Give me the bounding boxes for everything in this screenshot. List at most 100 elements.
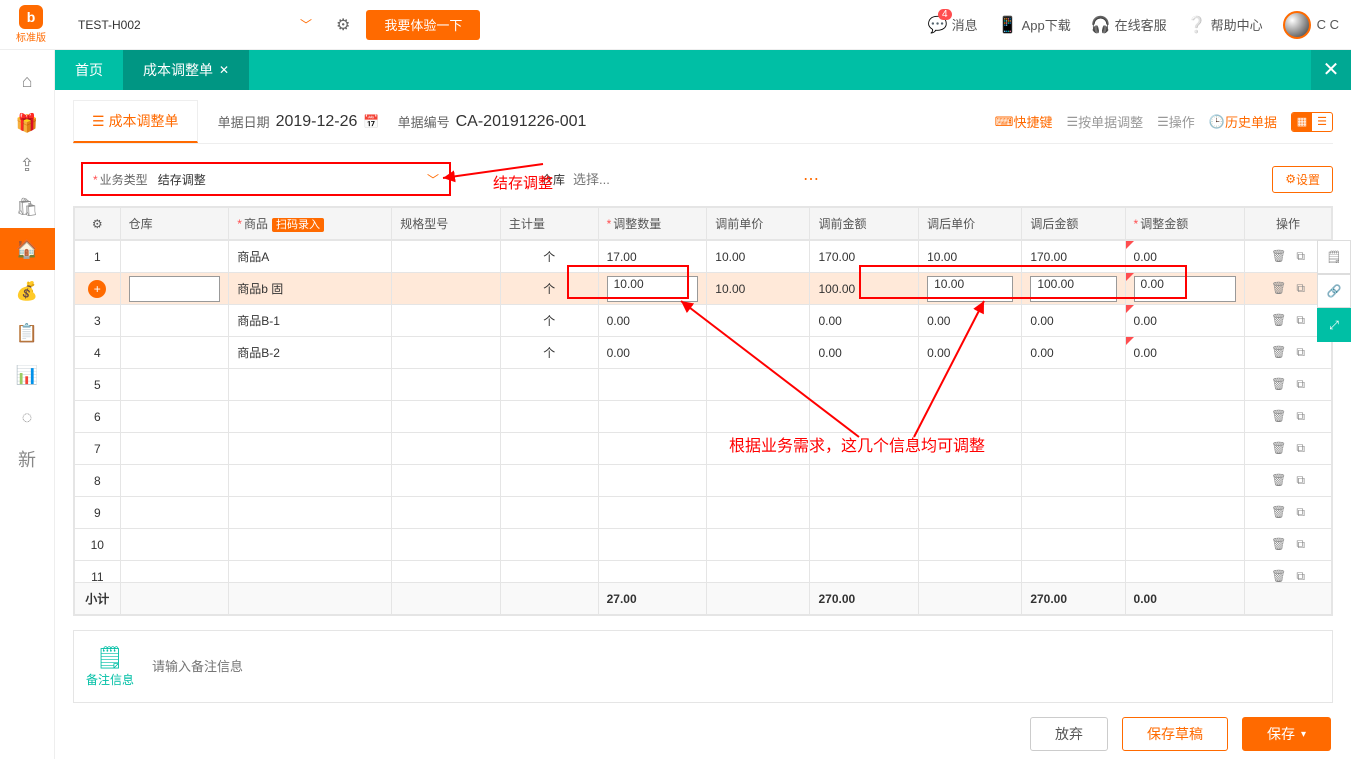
- nav-money-icon[interactable]: 💰: [0, 270, 55, 312]
- table-row[interactable]: 1商品A个17.0010.00170.0010.00170.000.00🗑⧉: [75, 241, 1332, 273]
- copy-icon[interactable]: ⧉: [1296, 569, 1305, 582]
- abandon-button[interactable]: 放弃: [1030, 717, 1108, 751]
- close-icon[interactable]: ✕: [219, 63, 229, 77]
- gear-icon[interactable]: ⚙: [336, 15, 350, 35]
- history-button[interactable]: 🕒 历史单据: [1209, 112, 1277, 131]
- user-menu[interactable]: C C: [1283, 11, 1339, 39]
- adj-amt-input[interactable]: 0.00: [1134, 276, 1237, 302]
- table-header: ⚙ 仓库 *商品扫码录入 规格型号 主计量 *调整数量 调前单价 调前金额 调后…: [75, 208, 1332, 240]
- delete-icon[interactable]: 🗑: [1271, 441, 1286, 456]
- warehouse-cell-input[interactable]: [129, 276, 221, 302]
- form-tab-current[interactable]: ☰成本调整单: [73, 100, 198, 143]
- help-icon: ❔: [1187, 15, 1207, 35]
- warehouse-input[interactable]: [573, 172, 773, 187]
- main-area: 首页 成本调整单✕ ✕ ☰成本调整单 单据日期 2019-12-26 📅 单据编…: [55, 50, 1351, 759]
- delete-icon[interactable]: 🗑: [1271, 345, 1286, 360]
- delete-icon[interactable]: 🗑: [1271, 281, 1286, 296]
- setting-button[interactable]: ⚙ 设置: [1272, 166, 1333, 193]
- copy-icon[interactable]: ⧉: [1296, 281, 1305, 296]
- rail-link-icon[interactable]: 🔗: [1317, 274, 1351, 308]
- nav-home-icon[interactable]: ⌂: [0, 60, 55, 102]
- table-row[interactable]: 4商品B-2个0.000.000.000.000.00🗑⧉: [75, 337, 1332, 369]
- copy-icon[interactable]: ⧉: [1296, 505, 1305, 520]
- delete-icon[interactable]: 🗑: [1271, 313, 1286, 328]
- copy-icon[interactable]: ⧉: [1296, 537, 1305, 552]
- company-selector[interactable]: TEST-H002 ﹀: [70, 10, 320, 40]
- more-icon[interactable]: ⋯: [803, 169, 819, 189]
- delete-icon[interactable]: 🗑: [1271, 569, 1286, 582]
- footer-buttons: 放弃 保存草稿 保存▾: [1030, 717, 1331, 751]
- qty-cell-input[interactable]: 10.00: [607, 276, 699, 302]
- copy-icon[interactable]: ⧉: [1296, 345, 1305, 360]
- subtotal-row: 小计 27.00270.00 270.000.00: [75, 583, 1332, 615]
- copy-icon[interactable]: ⧉: [1296, 249, 1305, 264]
- scan-tag[interactable]: 扫码录入: [272, 218, 324, 232]
- col-pre-price: 调前单价: [707, 208, 810, 240]
- delete-icon[interactable]: 🗑: [1271, 249, 1286, 264]
- warehouse-select[interactable]: 仓库: [541, 171, 773, 188]
- business-type-select[interactable]: *业务类型结存调整 ﹀: [81, 162, 451, 196]
- post-price-input[interactable]: 10.00: [927, 276, 1013, 302]
- message-badge: 4: [938, 9, 952, 20]
- table-row[interactable]: 6🗑⧉: [75, 401, 1332, 433]
- table-row[interactable]: 11🗑⧉: [75, 561, 1332, 583]
- tab-home[interactable]: 首页: [55, 50, 123, 90]
- grid-view-icon[interactable]: ▦: [1292, 113, 1312, 131]
- nav-new-icon[interactable]: 新: [0, 438, 55, 480]
- phone-icon: 📱: [998, 15, 1018, 35]
- delete-icon[interactable]: 🗑: [1271, 377, 1286, 392]
- nav-gift-icon[interactable]: 🎁: [0, 102, 55, 144]
- shortcut-button[interactable]: ⌨ 快捷键: [995, 112, 1053, 131]
- save-button[interactable]: 保存▾: [1242, 717, 1331, 751]
- delete-icon[interactable]: 🗑: [1271, 473, 1286, 488]
- save-draft-button[interactable]: 保存草稿: [1122, 717, 1228, 751]
- doc-icon: ☰: [92, 113, 105, 130]
- table-row[interactable]: +商品b 固个10.0010.00100.0010.00100.000.00🗑⧉: [75, 273, 1332, 305]
- experience-button[interactable]: 我要体验一下: [366, 10, 480, 40]
- table-row[interactable]: 8🗑⧉: [75, 465, 1332, 497]
- app-download-link[interactable]: 📱App下载: [998, 15, 1071, 35]
- nav-warehouse-icon[interactable]: 🏠: [0, 228, 55, 270]
- form-toolbar: ⌨ 快捷键 ☰ 按单据调整 ☰ 操作 🕒 历史单据 ▦☰: [995, 112, 1333, 132]
- view-toggle[interactable]: ▦☰: [1291, 112, 1333, 132]
- by-doc-button[interactable]: ☰ 按单据调整: [1066, 112, 1143, 131]
- delete-icon[interactable]: 🗑: [1271, 537, 1286, 552]
- table-row[interactable]: 3商品B-1个0.000.000.000.000.00🗑⧉: [75, 305, 1332, 337]
- delete-icon[interactable]: 🗑: [1271, 505, 1286, 520]
- col-gear[interactable]: ⚙: [75, 208, 121, 240]
- chevron-down-icon: ﹀: [300, 16, 312, 33]
- copy-icon[interactable]: ⧉: [1296, 409, 1305, 424]
- table-row[interactable]: 7🗑⧉: [75, 433, 1332, 465]
- delete-icon[interactable]: 🗑: [1271, 409, 1286, 424]
- operate-button[interactable]: ☰ 操作: [1157, 112, 1195, 131]
- nav-upload-icon[interactable]: ⇪: [0, 144, 55, 186]
- table-row[interactable]: 10🗑⧉: [75, 529, 1332, 561]
- tab-cost-adjust[interactable]: 成本调整单✕: [123, 50, 249, 90]
- nav-report-icon[interactable]: 📊: [0, 354, 55, 396]
- close-all-tabs[interactable]: ✕: [1311, 50, 1351, 90]
- copy-icon[interactable]: ⧉: [1296, 441, 1305, 456]
- copy-icon[interactable]: ⧉: [1296, 377, 1305, 392]
- col-post-amt: 调后金额: [1022, 208, 1125, 240]
- calendar-icon[interactable]: 📅: [363, 114, 379, 130]
- nav-bag-icon[interactable]: 🛍: [0, 186, 55, 228]
- chevron-down-icon: ﹀: [427, 171, 439, 188]
- col-qty: *调整数量: [598, 208, 707, 240]
- messages-link[interactable]: 💬 4 消息: [928, 15, 978, 35]
- help-center-link[interactable]: ❔帮助中心: [1187, 15, 1263, 35]
- copy-icon[interactable]: ⧉: [1296, 473, 1305, 488]
- nav-graph-icon[interactable]: ◌: [0, 396, 55, 438]
- remarks-input[interactable]: [152, 659, 1320, 674]
- list-view-icon[interactable]: ☰: [1312, 113, 1332, 131]
- table-row[interactable]: 5🗑⧉: [75, 369, 1332, 401]
- doc-meta: 单据日期 2019-12-26 📅 单据编号 CA-20191226-001: [218, 112, 593, 131]
- rail-note-icon[interactable]: 🗒: [1317, 240, 1351, 274]
- nav-clipboard-icon[interactable]: 📋: [0, 312, 55, 354]
- post-amt-input[interactable]: 100.00: [1030, 276, 1116, 302]
- col-spec: 规格型号: [392, 208, 501, 240]
- online-service-link[interactable]: 🎧在线客服: [1091, 15, 1167, 35]
- table-row[interactable]: 9🗑⧉: [75, 497, 1332, 529]
- rail-expand-icon[interactable]: ⤢: [1317, 308, 1351, 342]
- copy-icon[interactable]: ⧉: [1296, 313, 1305, 328]
- doc-date-value[interactable]: 2019-12-26: [276, 113, 358, 131]
